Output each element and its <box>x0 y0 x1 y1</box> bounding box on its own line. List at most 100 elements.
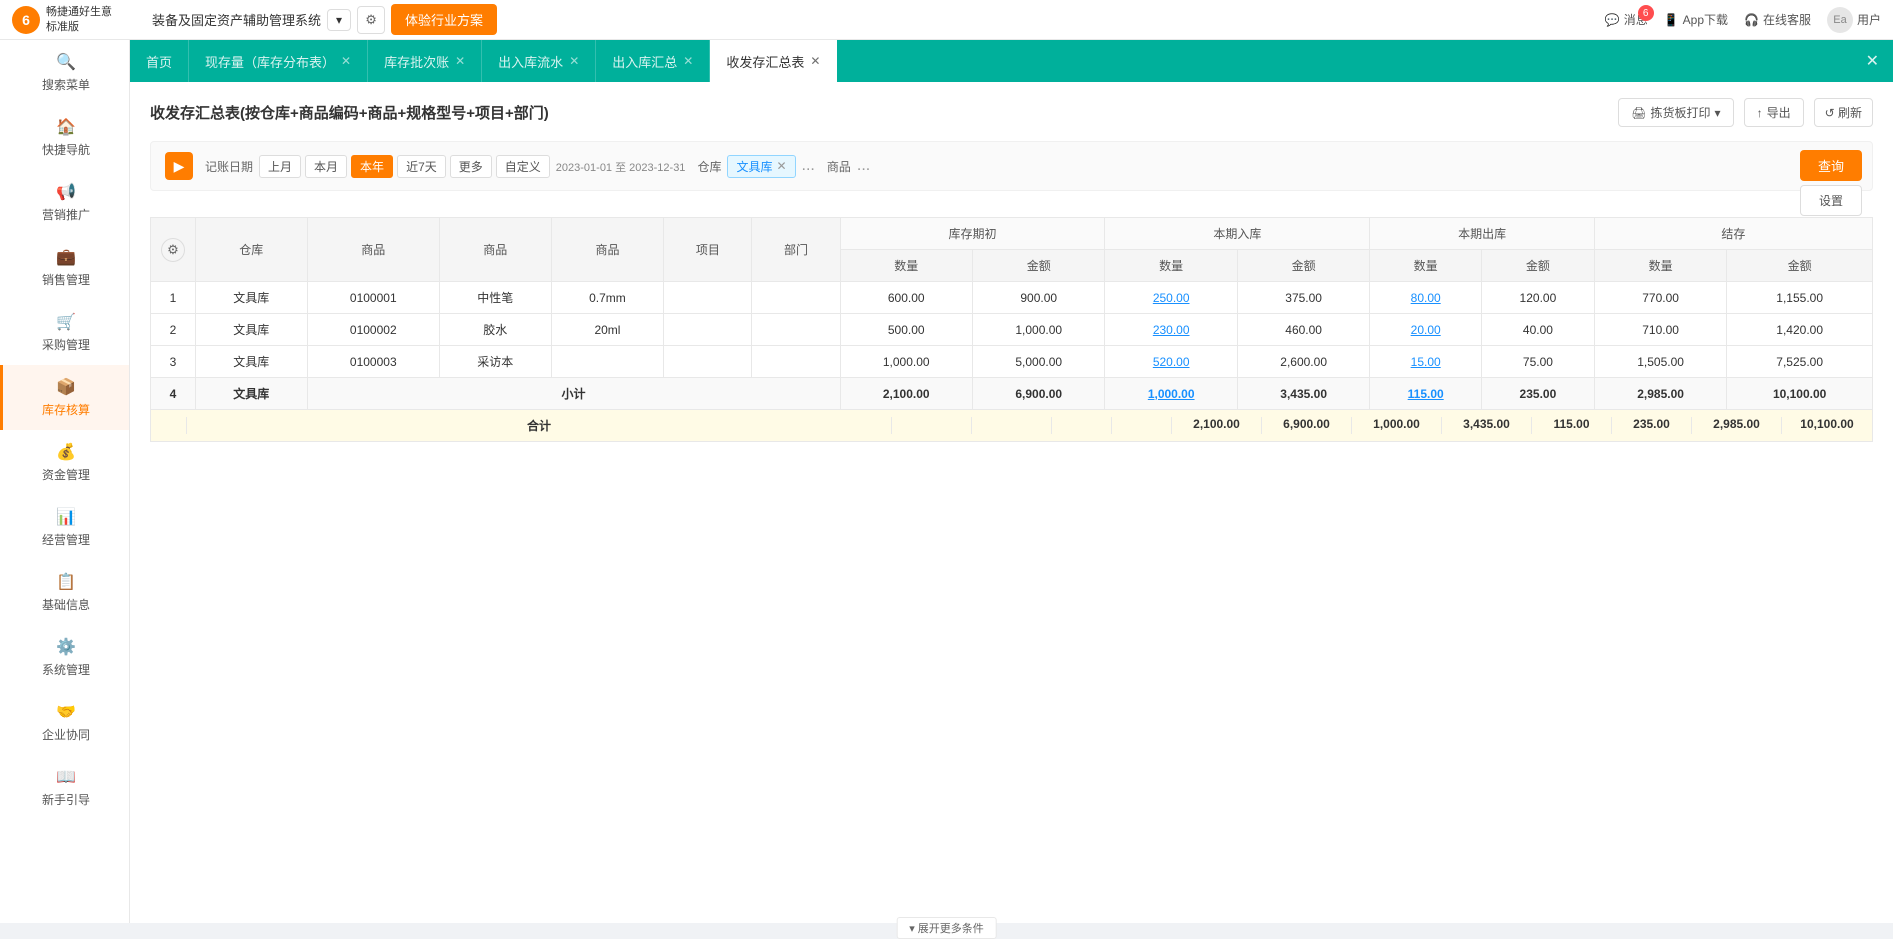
total-open-qty: 2,100.00 <box>1172 417 1262 434</box>
refresh-button[interactable]: ↺ 刷新 <box>1814 98 1873 127</box>
sidebar-label-marketing: 营销推广 <box>42 206 90 223</box>
sidebar-item-sales[interactable]: 💼 销售管理 <box>0 235 129 300</box>
app-download-btn[interactable]: 📱 App下载 <box>1664 11 1728 28</box>
expand-conditions-button[interactable]: ▾ 展开更多条件 <box>896 917 997 923</box>
cell-out-amt: 120.00 <box>1481 282 1594 314</box>
cell-out-qty[interactable]: 15.00 <box>1370 346 1482 378</box>
sidebar-item-quick[interactable]: 🏠 快捷导航 <box>0 105 129 170</box>
th-bal-amt: 金额 <box>1727 250 1873 282</box>
th-project: 项目 <box>664 218 752 282</box>
main-layout: 🔍 搜索菜单 🏠 快捷导航 📢 营销推广 💼 销售管理 🛒 采购管理 📦 库存核… <box>0 40 1893 923</box>
date-btn-7days[interactable]: 近7天 <box>397 155 446 178</box>
tab-bar-close[interactable]: ✕ <box>1852 51 1893 71</box>
cell-open-amt: 5,000.00 <box>972 346 1104 378</box>
sidebar-item-newbie[interactable]: 📖 新手引导 <box>0 755 129 820</box>
subtotal-open-amt: 6,900.00 <box>972 378 1104 410</box>
subtotal-bal-qty: 2,985.00 <box>1594 378 1726 410</box>
date-btn-more[interactable]: 更多 <box>450 155 492 178</box>
warehouse-more-btn[interactable]: ... <box>802 157 815 175</box>
subtotal-row: 4 文具库 小计 2,100.00 6,900.00 1,000.00 3,43… <box>151 378 1873 410</box>
tab-batch[interactable]: 库存批次账 ✕ <box>368 40 482 82</box>
system-select[interactable]: ▾ <box>327 9 351 31</box>
tab-inout-flow[interactable]: 出入库流水 ✕ <box>482 40 596 82</box>
tab-close-inout-summary[interactable]: ✕ <box>683 54 693 68</box>
cell-out-amt: 75.00 <box>1481 346 1594 378</box>
warehouse-tag-close[interactable]: ✕ <box>776 159 786 173</box>
tab-close-inout-flow[interactable]: ✕ <box>569 54 579 68</box>
system-icon: ⚙️ <box>56 637 76 657</box>
sidebar-item-basic[interactable]: 📋 基础信息 <box>0 560 129 625</box>
cell-bal-qty: 1,505.00 <box>1594 346 1726 378</box>
sidebar-item-marketing[interactable]: 📢 营销推广 <box>0 170 129 235</box>
sidebar-item-collab[interactable]: 🤝 企业协同 <box>0 690 129 755</box>
cell-in-qty[interactable]: 250.00 <box>1105 282 1237 314</box>
th-goods-spec: 商品 <box>551 218 664 282</box>
sidebar-item-operations[interactable]: 📊 经营管理 <box>0 495 129 560</box>
cell-goods-name: 胶水 <box>440 314 552 346</box>
tab-close-stock-dist[interactable]: ✕ <box>341 54 351 68</box>
cell-in-qty[interactable]: 230.00 <box>1105 314 1237 346</box>
cell-in-amt: 2,600.00 <box>1237 346 1369 378</box>
settings-circle[interactable]: ⚙ <box>161 238 185 262</box>
gear-button[interactable]: ⚙ <box>357 6 385 34</box>
subtotal-in-qty[interactable]: 1,000.00 <box>1105 378 1237 410</box>
warehouse-filter-group: 仓库 文具库 ✕ ... <box>697 155 814 178</box>
total-bal-qty: 2,985.00 <box>1692 417 1782 434</box>
sales-icon: 💼 <box>56 247 76 267</box>
date-filter-label: 记账日期 <box>205 158 253 175</box>
logo-icon: 6 <box>12 6 40 34</box>
filter-settings-button[interactable]: 设置 <box>1800 185 1862 216</box>
sidebar-item-inventory[interactable]: 📦 库存核算 <box>0 365 129 430</box>
cell-no: 3 <box>151 346 196 378</box>
user-btn[interactable]: Ea 用户 <box>1827 7 1881 33</box>
date-btn-custom[interactable]: 自定义 <box>496 155 550 178</box>
print-button[interactable]: 🖨 拣货板打印 ▾ <box>1618 98 1733 127</box>
cell-out-qty[interactable]: 20.00 <box>1370 314 1482 346</box>
sidebar-label-basic: 基础信息 <box>42 596 90 613</box>
messages-btn[interactable]: 💬 消息 6 <box>1605 11 1648 28</box>
table-row: 1 文具库 0100001 中性笔 0.7mm 600.00 900.00 25… <box>151 282 1873 314</box>
sidebar-label-purchase: 采购管理 <box>42 336 90 353</box>
online-service-btn[interactable]: 🎧 在线客服 <box>1744 11 1811 28</box>
date-btn-last-month[interactable]: 上月 <box>259 155 301 178</box>
tab-stock-dist[interactable]: 现存量（库存分布表） ✕ <box>189 40 368 82</box>
trial-button[interactable]: 体验行业方案 <box>391 4 497 35</box>
query-button[interactable]: 查询 <box>1800 150 1862 181</box>
search-icon: 🔍 <box>56 52 76 72</box>
subtotal-out-qty[interactable]: 115.00 <box>1370 378 1482 410</box>
system-title: 装备及固定资产辅助管理系统 <box>152 10 321 29</box>
goods-more-btn[interactable]: ... <box>857 157 870 175</box>
sidebar-item-finance[interactable]: 💰 资金管理 <box>0 430 129 495</box>
cell-in-qty[interactable]: 520.00 <box>1105 346 1237 378</box>
th-settings[interactable]: ⚙ <box>151 218 196 282</box>
home-icon: 🏠 <box>56 117 76 137</box>
page-title: 收发存汇总表(按仓库+商品编码+商品+规格型号+项目+部门) <box>150 102 549 123</box>
cell-out-qty[interactable]: 80.00 <box>1370 282 1482 314</box>
th-group-in: 本期入库 <box>1105 218 1370 250</box>
tab-receipt-summary[interactable]: 收发存汇总表 ✕ <box>710 40 837 82</box>
tab-close-receipt-summary[interactable]: ✕ <box>810 54 820 68</box>
total-in-qty: 1,000.00 <box>1352 417 1442 434</box>
cell-dept <box>752 282 840 314</box>
sidebar-item-system[interactable]: ⚙️ 系统管理 <box>0 625 129 690</box>
tab-home[interactable]: 首页 <box>130 40 189 82</box>
cell-goods-code: 0100003 <box>307 346 439 378</box>
date-buttons: 上月 本月 本年 近7天 更多 自定义 <box>259 155 550 178</box>
subtotal-in-amt: 3,435.00 <box>1237 378 1369 410</box>
date-btn-this-month[interactable]: 本月 <box>305 155 347 178</box>
sidebar-item-search[interactable]: 🔍 搜索菜单 <box>0 40 129 105</box>
export-button[interactable]: ↑ 导出 <box>1744 98 1804 127</box>
cell-out-amt: 40.00 <box>1481 314 1594 346</box>
th-in-qty: 数量 <box>1105 250 1237 282</box>
th-in-amt: 金额 <box>1237 250 1369 282</box>
th-goods-name: 商品 <box>440 218 552 282</box>
th-open-amt: 金额 <box>972 250 1104 282</box>
warehouse-filter-label: 仓库 <box>697 158 721 175</box>
date-filter-group: 记账日期 上月 本月 本年 近7天 更多 自定义 2023-01-01 至 20… <box>205 155 685 178</box>
tab-inout-summary[interactable]: 出入库汇总 ✕ <box>596 40 710 82</box>
date-btn-this-year[interactable]: 本年 <box>351 155 393 178</box>
filter-toggle-button[interactable]: ▶ <box>165 152 193 180</box>
sidebar-item-purchase[interactable]: 🛒 采购管理 <box>0 300 129 365</box>
tab-close-batch[interactable]: ✕ <box>455 54 465 68</box>
operations-icon: 📊 <box>56 507 76 527</box>
